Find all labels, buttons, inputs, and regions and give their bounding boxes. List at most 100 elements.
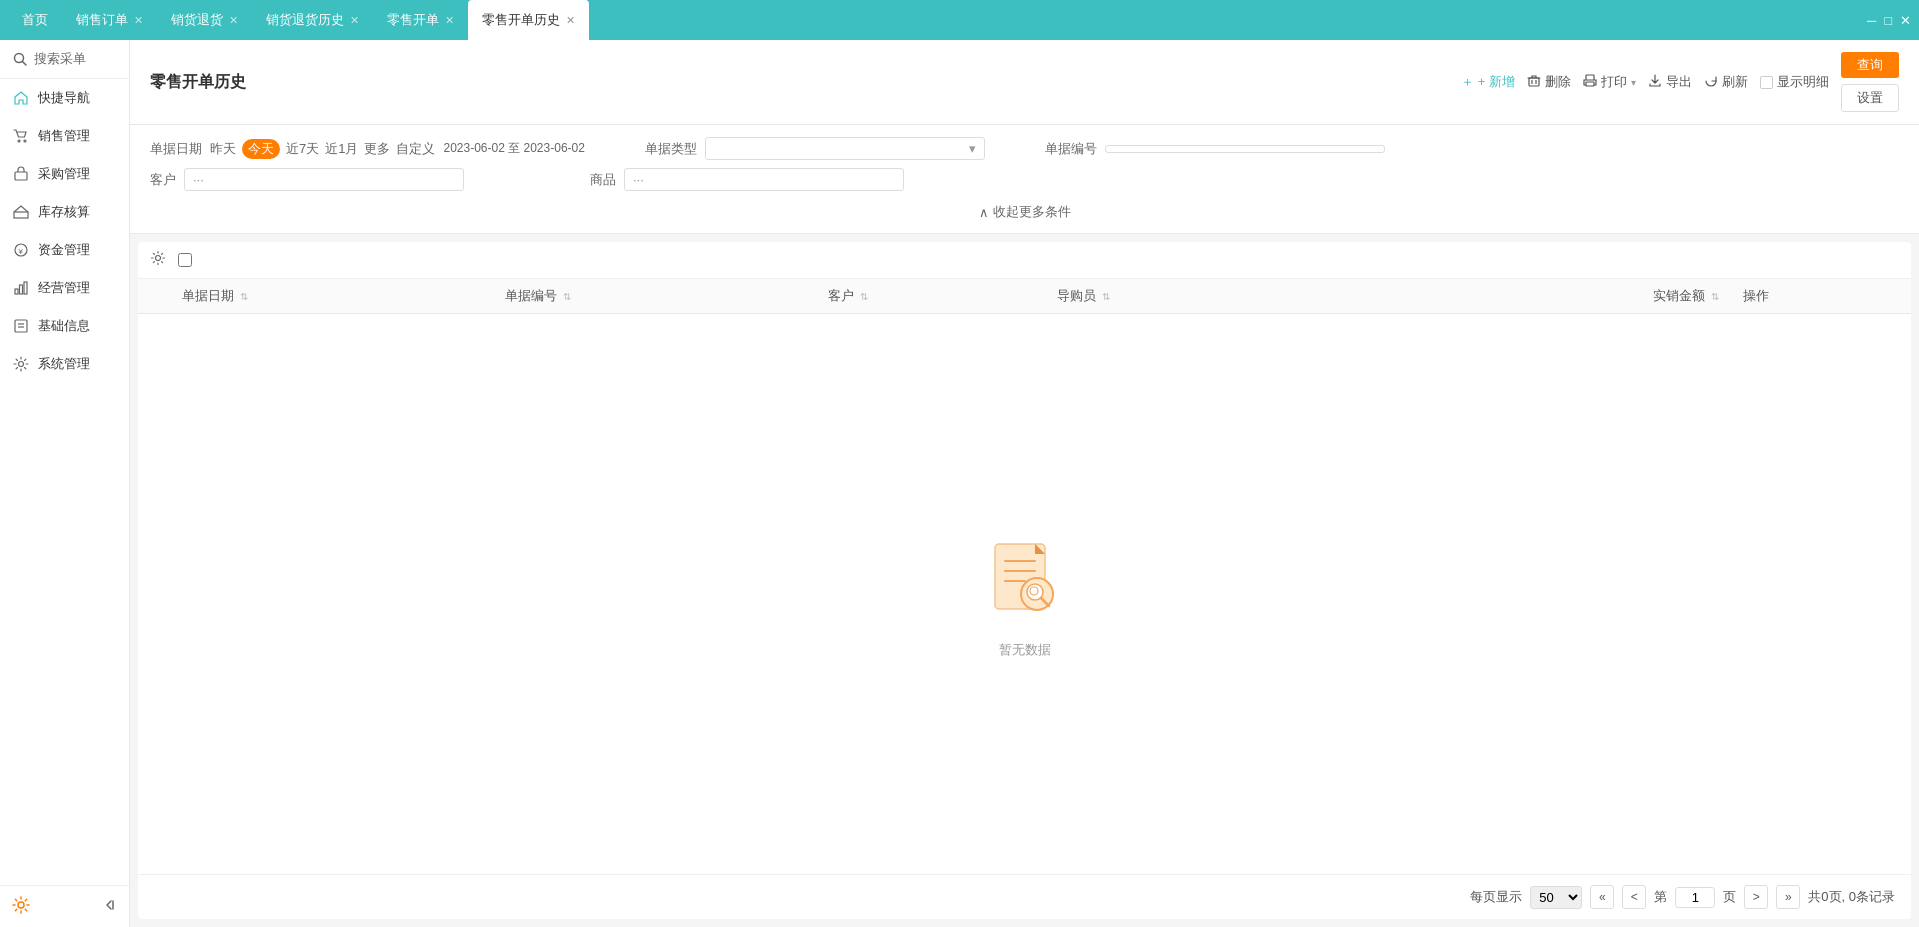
- tab-sales-return-close[interactable]: ✕: [229, 14, 238, 27]
- tab-retail-open-history-close[interactable]: ✕: [566, 14, 575, 27]
- table-settings-icon[interactable]: [150, 250, 166, 270]
- sidebar-item-finance-label: 资金管理: [38, 241, 90, 259]
- main-layout: 搜索采单 快捷导航 销售管理 采购管理 库存核算: [0, 40, 1919, 927]
- gear-icon: [12, 355, 30, 373]
- tab-retail-open[interactable]: 零售开单 ✕: [373, 0, 468, 40]
- window-maximize[interactable]: □: [1884, 13, 1892, 28]
- tab-home-label: 首页: [22, 11, 48, 29]
- sort-salesperson-icon[interactable]: ⇅: [1102, 291, 1110, 302]
- sort-customer-icon[interactable]: ⇅: [860, 291, 868, 302]
- warehouse-icon: [12, 203, 30, 221]
- bill-type-filter: 单据类型 ▾: [645, 137, 985, 160]
- collapse-more[interactable]: ∧ 收起更多条件: [150, 199, 1899, 225]
- sidebar-item-sys-mgmt-label: 系统管理: [38, 355, 90, 373]
- filter-area: 单据日期 昨天 今天 近7天 近1月 更多 自定义 2023-06-02 至 2…: [130, 125, 1919, 234]
- customer-filter: 客户 ···: [150, 168, 464, 191]
- add-button[interactable]: ＋ + 新增: [1461, 73, 1515, 91]
- delete-icon: [1527, 74, 1541, 91]
- collapse-up-icon: ∧: [979, 205, 989, 220]
- show-detail-toggle[interactable]: 显示明细: [1760, 73, 1829, 91]
- sidebar-item-sales-mgmt-label: 销售管理: [38, 127, 90, 145]
- window-controls: ─ □ ✕: [1867, 13, 1911, 28]
- sidebar-item-inventory[interactable]: 库存核算: [0, 193, 129, 231]
- sidebar-item-finance[interactable]: ¥ 资金管理: [0, 231, 129, 269]
- table-toolbar-row: [138, 242, 1911, 279]
- customer-input[interactable]: ···: [184, 168, 464, 191]
- sidebar-item-inventory-label: 库存核算: [38, 203, 90, 221]
- sidebar-item-purchase-mgmt-label: 采购管理: [38, 165, 90, 183]
- info-icon: [12, 317, 30, 335]
- date-options: 昨天 今天 近7天 近1月 更多 自定义: [210, 139, 435, 159]
- sidebar-item-basic-info-label: 基础信息: [38, 317, 90, 335]
- sort-no-icon[interactable]: ⇅: [563, 291, 571, 302]
- sidebar-item-operations-label: 经营管理: [38, 279, 90, 297]
- sidebar-item-operations[interactable]: 经营管理: [0, 269, 129, 307]
- sidebar-item-quick-nav[interactable]: 快捷导航: [0, 79, 129, 117]
- th-salesperson[interactable]: 导购员 ⇅: [1045, 279, 1321, 314]
- page-size-select[interactable]: 50 10 20 100: [1530, 886, 1582, 909]
- export-icon: [1648, 74, 1662, 91]
- delete-button[interactable]: 删除: [1527, 73, 1571, 91]
- th-date[interactable]: 单据日期 ⇅: [170, 279, 493, 314]
- sidebar-collapse-icon[interactable]: [101, 897, 117, 916]
- next-page-button[interactable]: >: [1744, 885, 1768, 909]
- bill-type-select[interactable]: ▾: [705, 137, 985, 160]
- select-all-checkbox[interactable]: [178, 253, 192, 267]
- th-check: [138, 279, 170, 314]
- sidebar-item-sales-mgmt[interactable]: 销售管理: [0, 117, 129, 155]
- date-opt-yesterday[interactable]: 昨天: [210, 140, 236, 158]
- date-opt-7days[interactable]: 近7天: [286, 140, 319, 158]
- tab-home[interactable]: 首页: [8, 0, 62, 40]
- date-opt-more[interactable]: 更多: [364, 140, 390, 158]
- tab-retail-open-close[interactable]: ✕: [445, 14, 454, 27]
- window-minimize[interactable]: ─: [1867, 13, 1876, 28]
- table-area: 单据日期 ⇅ 单据编号 ⇅ 客户 ⇅ 导购员 ⇅: [138, 242, 1911, 919]
- refresh-button[interactable]: 刷新: [1704, 73, 1748, 91]
- sidebar-settings-icon[interactable]: [12, 896, 30, 917]
- query-button[interactable]: 查询: [1841, 52, 1899, 78]
- prev-page-button[interactable]: <: [1622, 885, 1646, 909]
- first-page-button[interactable]: «: [1590, 885, 1614, 909]
- customer-placeholder: ···: [193, 172, 204, 187]
- bill-no-label: 单据编号: [1045, 140, 1097, 158]
- toolbar: ＋ + 新增 删除 打印 ▾: [1461, 52, 1899, 112]
- goods-label: 商品: [590, 171, 616, 189]
- refresh-icon: [1704, 74, 1718, 91]
- total-info: 共0页, 0条记录: [1808, 888, 1895, 906]
- tab-sales-return[interactable]: 销货退货 ✕: [157, 0, 252, 40]
- action-buttons: 查询 设置: [1841, 52, 1899, 112]
- sort-date-icon[interactable]: ⇅: [240, 291, 248, 302]
- svg-text:¥: ¥: [18, 247, 24, 256]
- goods-input[interactable]: ···: [624, 168, 904, 191]
- print-button[interactable]: 打印 ▾: [1583, 73, 1636, 91]
- sort-amount-icon[interactable]: ⇅: [1711, 291, 1719, 302]
- date-opt-custom[interactable]: 自定义: [396, 140, 435, 158]
- data-table: 单据日期 ⇅ 单据编号 ⇅ 客户 ⇅ 导购员 ⇅: [138, 279, 1911, 314]
- export-button[interactable]: 导出: [1648, 73, 1692, 91]
- sidebar-item-purchase-mgmt[interactable]: 采购管理: [0, 155, 129, 193]
- show-detail-checkbox[interactable]: [1760, 76, 1773, 89]
- th-customer[interactable]: 客户 ⇅: [816, 279, 1045, 314]
- sidebar-item-basic-info[interactable]: 基础信息: [0, 307, 129, 345]
- last-page-button[interactable]: »: [1776, 885, 1800, 909]
- date-opt-1month[interactable]: 近1月: [325, 140, 358, 158]
- date-opt-today[interactable]: 今天: [242, 139, 280, 159]
- tab-sales-order-close[interactable]: ✕: [134, 14, 143, 27]
- tab-sales-order-label: 销售订单: [76, 11, 128, 29]
- th-no[interactable]: 单据编号 ⇅: [493, 279, 816, 314]
- page-number-input[interactable]: [1675, 887, 1715, 908]
- print-dropdown-icon[interactable]: ▾: [1631, 77, 1636, 88]
- th-amount[interactable]: 实销金额 ⇅: [1408, 279, 1731, 314]
- tab-sales-return-history-close[interactable]: ✕: [350, 14, 359, 27]
- tab-sales-order[interactable]: 销售订单 ✕: [62, 0, 157, 40]
- svg-rect-9: [20, 285, 23, 294]
- sidebar-item-sys-mgmt[interactable]: 系统管理: [0, 345, 129, 383]
- setting-button[interactable]: 设置: [1841, 84, 1899, 112]
- sidebar-bottom: [0, 885, 129, 927]
- bill-no-input[interactable]: [1105, 145, 1385, 153]
- tab-retail-open-history[interactable]: 零售开单历史 ✕: [468, 0, 589, 40]
- tab-sales-return-history[interactable]: 销货退货历史 ✕: [252, 0, 373, 40]
- window-close[interactable]: ✕: [1900, 13, 1911, 28]
- empty-text: 暂无数据: [999, 641, 1051, 659]
- sidebar-search[interactable]: 搜索采单: [0, 40, 129, 79]
